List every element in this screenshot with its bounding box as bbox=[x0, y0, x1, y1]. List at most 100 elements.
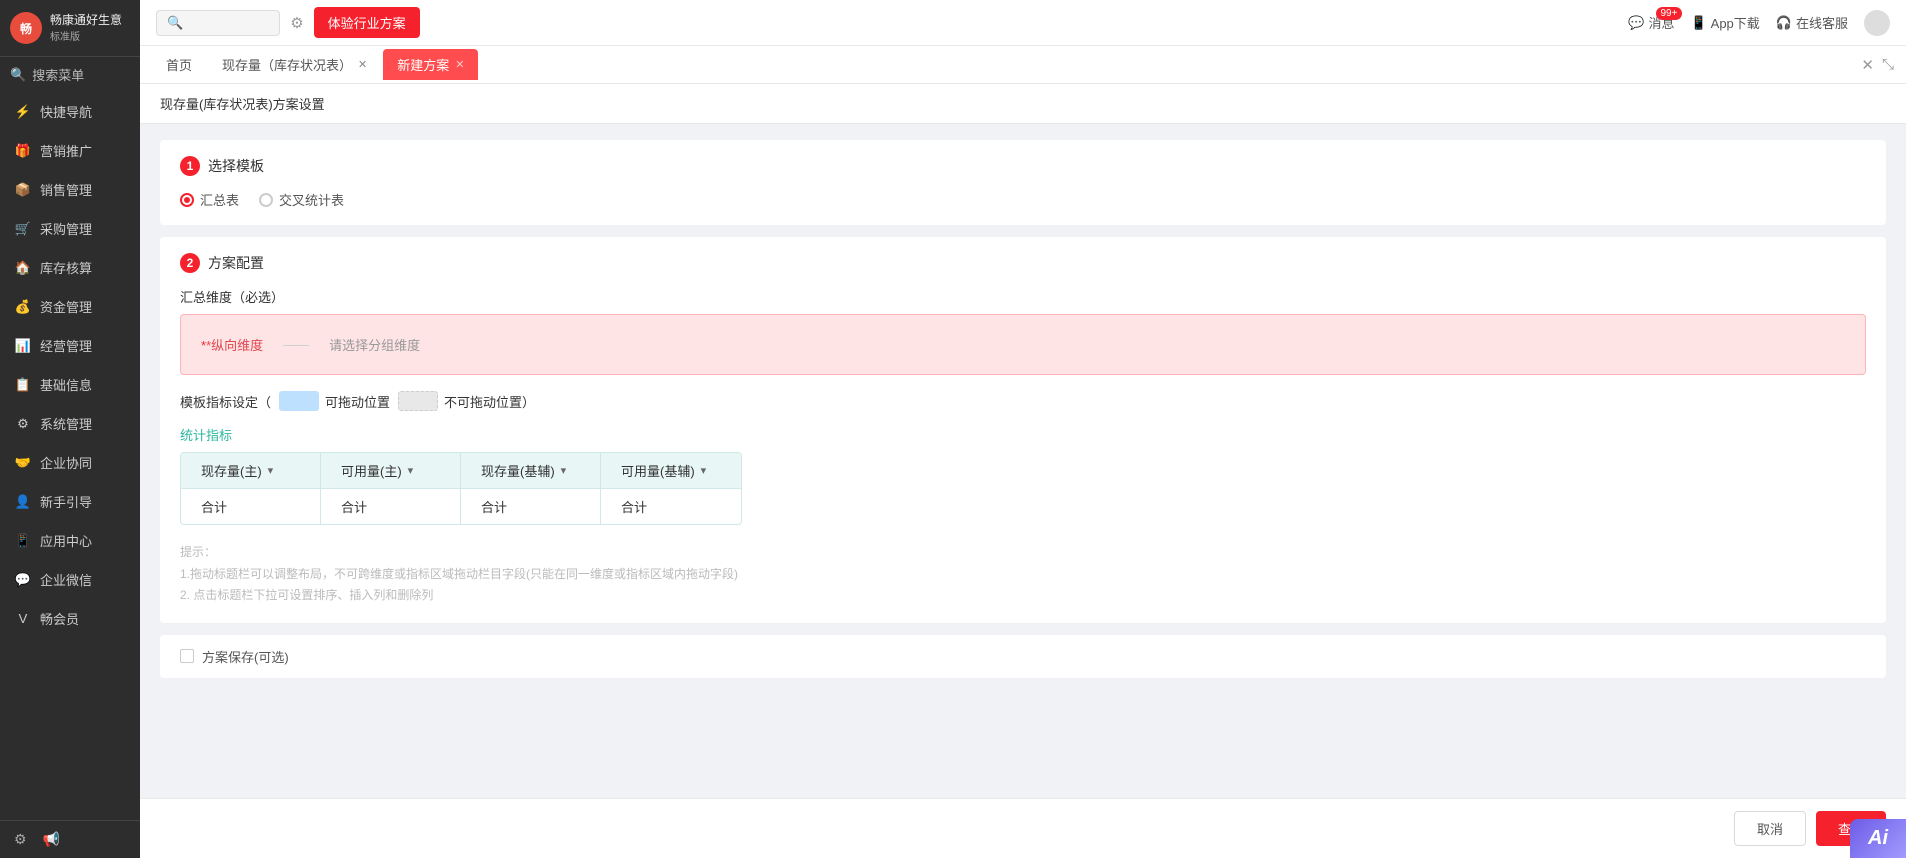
sidebar-item-enterprise[interactable]: 🤝 企业协同 bbox=[0, 443, 140, 482]
step2-section: 2 方案配置 汇总维度（必选） **纵向维度 —— 请选择分组维度 bbox=[160, 237, 1886, 623]
topbar: 🔍 ⚙ 体验行业方案 💬 消息 99+ 📱 App下载 🎧 在线客服 bbox=[140, 0, 1906, 46]
cart-icon: 🛒 bbox=[14, 220, 32, 238]
tip-item-0: 1.拖动标题栏可以调整布局，不可跨维度或指标区域拖动栏目字段(只能在同一维度或指… bbox=[180, 564, 1866, 586]
sidebar-item-marketing[interactable]: 🎁 营销推广 bbox=[0, 131, 140, 170]
gift-icon: 🎁 bbox=[14, 142, 32, 160]
handshake-icon: 🤝 bbox=[14, 454, 32, 472]
sidebar-item-inventory[interactable]: 🏠 库存核算 bbox=[0, 248, 140, 287]
stats-row-col-3: 合计 bbox=[601, 489, 741, 524]
radio-summary-circle bbox=[180, 193, 194, 207]
sidebar-bottom: ⚙ 📢 bbox=[0, 820, 140, 858]
sidebar-item-finance[interactable]: 💰 资金管理 bbox=[0, 287, 140, 326]
sidebar-item-shortcut[interactable]: ⚡ 快捷导航 bbox=[0, 92, 140, 131]
stats-section: 统计指标 现存量(主) ▾ 可用量(主) ▾ bbox=[180, 425, 1866, 528]
cancel-button[interactable]: 取消 bbox=[1734, 811, 1806, 846]
sidebar-item-wechat[interactable]: 💬 企业微信 bbox=[0, 560, 140, 599]
ai-badge[interactable]: Ai bbox=[1850, 819, 1906, 858]
sidebar-item-basic[interactable]: 📋 基础信息 bbox=[0, 365, 140, 404]
tab-new-scheme[interactable]: 新建方案 ✕ bbox=[383, 49, 478, 80]
box-icon: 📦 bbox=[14, 181, 32, 199]
tab-inventory-status[interactable]: 现存量（库存状况表） ✕ bbox=[208, 49, 381, 80]
tabs-bar: 首页 现存量（库存状况表） ✕ 新建方案 ✕ ✕ ⤡ bbox=[140, 46, 1906, 84]
dimension-required-label: **纵向维度 bbox=[201, 335, 263, 354]
indicator-fixed: 不可拖动位置） bbox=[398, 391, 535, 411]
logo-icon: 畅 bbox=[10, 12, 42, 44]
content-area: 现存量(库存状况表)方案设置 1 选择模板 汇总表 交叉统计表 bbox=[140, 84, 1906, 858]
step1-title: 1 选择模板 bbox=[180, 156, 1866, 176]
topbar-search-box[interactable]: 🔍 bbox=[156, 10, 280, 36]
stats-table-header: 现存量(主) ▾ 可用量(主) ▾ 现存量(基辅) ▾ bbox=[181, 453, 741, 488]
radio-summary[interactable]: 汇总表 bbox=[180, 190, 239, 209]
footer-buttons: 取消 查询 bbox=[140, 798, 1906, 858]
online-service-link[interactable]: 🎧 在线客服 bbox=[1776, 13, 1848, 32]
stats-label: 统计指标 bbox=[180, 425, 1866, 444]
message-icon: 💬 bbox=[1628, 15, 1644, 31]
tab-new-scheme-close[interactable]: ✕ bbox=[455, 58, 464, 71]
industry-scheme-button[interactable]: 体验行业方案 bbox=[314, 7, 420, 38]
headphone-icon: 🎧 bbox=[1776, 15, 1792, 31]
tab-home[interactable]: 首页 bbox=[152, 49, 206, 80]
draggable-box bbox=[279, 391, 319, 411]
home-icon: 🏠 bbox=[14, 259, 32, 277]
dimension-separator: —— bbox=[283, 337, 309, 352]
chevron-down-icon-2: ▾ bbox=[561, 464, 567, 477]
stats-header-col-3[interactable]: 可用量(基辅) ▾ bbox=[601, 453, 741, 488]
template-indicators: 模板指标设定（ 可拖动位置 不可拖动位置） bbox=[180, 391, 1866, 411]
stats-header-col-1[interactable]: 可用量(主) ▾ bbox=[321, 453, 461, 488]
user-avatar[interactable] bbox=[1864, 10, 1890, 36]
mobile-icon: 📱 bbox=[14, 532, 32, 550]
message-button[interactable]: 💬 消息 99+ bbox=[1628, 13, 1674, 32]
indicator-draggable: 可拖动位置 bbox=[279, 391, 390, 411]
dimension-placeholder[interactable]: 请选择分组维度 bbox=[329, 335, 420, 354]
tips-section: 提示： 1.拖动标题栏可以调整布局，不可跨维度或指标区域拖动栏目字段(只能在同一… bbox=[180, 542, 1866, 607]
logo-text: 畅康通好生意 标准版 bbox=[50, 13, 122, 44]
shortcut-icon: ⚡ bbox=[14, 103, 32, 121]
stats-row-col-0: 合计 bbox=[181, 489, 321, 524]
sidebar-search-item[interactable]: 🔍 搜索菜单 bbox=[0, 57, 140, 92]
template-radio-group: 汇总表 交叉统计表 bbox=[180, 190, 1866, 209]
step1-section: 1 选择模板 汇总表 交叉统计表 bbox=[160, 140, 1886, 225]
sidebar-item-newbie[interactable]: 👤 新手引导 bbox=[0, 482, 140, 521]
chevron-down-icon-1: ▾ bbox=[408, 464, 414, 477]
settings-bottom-icon[interactable]: ⚙ bbox=[14, 831, 27, 848]
stats-header-col-0[interactable]: 现存量(主) ▾ bbox=[181, 453, 321, 488]
template-config: 模板指标设定（ 可拖动位置 不可拖动位置） bbox=[180, 391, 1866, 411]
sidebar-item-sales[interactable]: 📦 销售管理 bbox=[0, 170, 140, 209]
sidebar-item-purchase[interactable]: 🛒 采购管理 bbox=[0, 209, 140, 248]
save-scheme-checkbox[interactable]: 方案保存(可选) bbox=[160, 635, 1886, 678]
fixed-box bbox=[398, 391, 438, 411]
sidebar-item-system[interactable]: ⚙ 系统管理 bbox=[0, 404, 140, 443]
tab-inventory-status-close[interactable]: ✕ bbox=[358, 58, 367, 71]
app-download-link[interactable]: 📱 App下载 bbox=[1690, 13, 1759, 32]
topbar-search-icon: 🔍 bbox=[167, 15, 183, 31]
dimension-label: 汇总维度（必选） bbox=[180, 287, 1866, 306]
step2-title: 2 方案配置 bbox=[180, 253, 1866, 273]
stats-table: 现存量(主) ▾ 可用量(主) ▾ 现存量(基辅) ▾ bbox=[180, 452, 742, 525]
page-header: 现存量(库存状况表)方案设置 bbox=[140, 84, 1906, 124]
save-checkbox-box[interactable] bbox=[180, 649, 194, 663]
chevron-down-icon-3: ▾ bbox=[701, 464, 707, 477]
chevron-down-icon-0: ▾ bbox=[268, 464, 274, 477]
sidebar-item-appstore[interactable]: 📱 应用中心 bbox=[0, 521, 140, 560]
topbar-gear-icon[interactable]: ⚙ bbox=[290, 14, 303, 32]
sidebar-item-member[interactable]: V 畅会员 bbox=[0, 599, 140, 638]
money-icon: 💰 bbox=[14, 298, 32, 316]
tab-close-icon[interactable]: ✕ bbox=[1861, 56, 1874, 74]
stats-header-col-2[interactable]: 现存量(基辅) ▾ bbox=[461, 453, 601, 488]
tab-expand-icon[interactable]: ⤡ bbox=[1882, 56, 1894, 74]
sidebar-nav: ⚡ 快捷导航 🎁 营销推广 📦 销售管理 🛒 采购管理 🏠 库存核算 💰 资金管… bbox=[0, 92, 140, 820]
stats-row-col-2: 合计 bbox=[461, 489, 601, 524]
topbar-right: 💬 消息 99+ 📱 App下载 🎧 在线客服 bbox=[1628, 10, 1890, 36]
topbar-search-input[interactable] bbox=[189, 16, 269, 30]
radio-crosstab[interactable]: 交叉统计表 bbox=[259, 190, 344, 209]
sidebar-item-operation[interactable]: 📊 经营管理 bbox=[0, 326, 140, 365]
page-body: 1 选择模板 汇总表 交叉统计表 2 bbox=[140, 124, 1906, 798]
member-icon: V bbox=[14, 610, 32, 628]
step1-badge: 1 bbox=[180, 156, 200, 176]
gear-icon: ⚙ bbox=[14, 415, 32, 433]
speaker-icon[interactable]: 📢 bbox=[43, 831, 60, 848]
wechat-icon: 💬 bbox=[14, 571, 32, 589]
sidebar: 畅 畅康通好生意 标准版 🔍 搜索菜单 ⚡ 快捷导航 🎁 营销推广 📦 销售管理… bbox=[0, 0, 140, 858]
tip-item-1: 2. 点击标题栏下拉可设置排序、插入列和删除列 bbox=[180, 585, 1866, 607]
radio-crosstab-circle bbox=[259, 193, 273, 207]
